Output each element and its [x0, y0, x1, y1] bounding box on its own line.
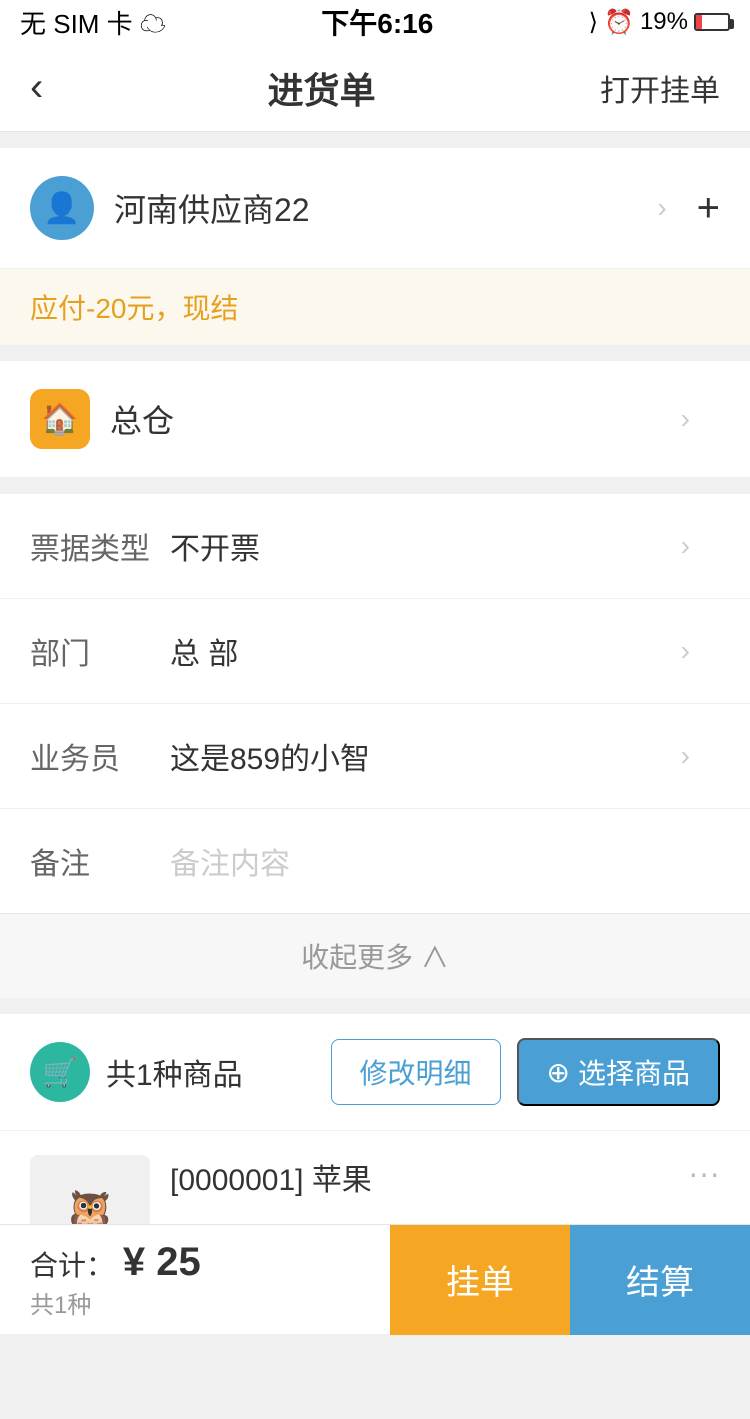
product-more-button[interactable]: ···	[688, 1155, 720, 1192]
staff-row[interactable]: 业务员 这是859的小智 ›	[0, 703, 750, 808]
invoice-row[interactable]: 票据类型 不开票 ›	[0, 493, 750, 598]
total-count: 共1种	[30, 1285, 360, 1320]
product-name: [0000001] 苹果	[170, 1155, 668, 1199]
collapse-button[interactable]: 收起更多 ∧	[0, 913, 750, 998]
avatar-icon: 👤	[43, 191, 80, 226]
checkout-button[interactable]: 结算	[570, 1225, 750, 1335]
warehouse-chevron-icon: ›	[681, 403, 690, 435]
product-count: 共1种商品	[106, 1050, 331, 1094]
staff-chevron-icon: ›	[681, 740, 690, 772]
invoice-value: 不开票	[170, 524, 681, 568]
cart-icon: 🛒	[43, 1056, 78, 1089]
nav-bar: ‹ 进货单 打开挂单	[0, 44, 750, 132]
supplier-row[interactable]: 👤 河南供应商22 › +	[0, 148, 750, 269]
status-bar: 无 SIM 卡 ☁ 下午6:16 ⟩ ⏰ 19%	[0, 0, 750, 44]
remark-label: 备注	[30, 839, 170, 883]
footer: 合计： ¥ 25 共1种 挂单 结算	[0, 1224, 750, 1334]
warehouse-row[interactable]: 🏠 总仓 ›	[0, 361, 750, 477]
dept-label: 部门	[30, 629, 170, 673]
select-product-button[interactable]: ⊕ 选择商品	[517, 1038, 720, 1106]
supplier-section: 👤 河南供应商22 › + 应付-20元，现结	[0, 148, 750, 345]
alarm-icon: ⏰	[604, 8, 634, 37]
open-pending-button[interactable]: 打开挂单	[600, 66, 720, 110]
status-right: ⟩ ⏰ 19%	[589, 8, 730, 37]
hang-order-button[interactable]: 挂单	[390, 1225, 570, 1335]
dept-chevron-icon: ›	[681, 635, 690, 667]
footer-total-row: 合计： ¥ 25	[30, 1240, 360, 1285]
product-header: 🛒 共1种商品 修改明细 ⊕ 选择商品	[0, 1014, 750, 1130]
divider-3	[0, 477, 750, 493]
dept-value: 总 部	[170, 629, 681, 673]
back-button[interactable]: ‹	[30, 65, 43, 110]
divider-1	[0, 132, 750, 148]
status-time: 下午6:16	[321, 2, 433, 42]
warehouse-section: 🏠 总仓 ›	[0, 361, 750, 477]
product-icon: 🛒	[30, 1042, 90, 1102]
supplier-name: 河南供应商22	[114, 185, 657, 231]
staff-label: 业务员	[30, 734, 170, 778]
supplier-info-banner: 应付-20元，现结	[0, 269, 750, 345]
invoice-label: 票据类型	[30, 524, 170, 568]
page-title: 进货单	[268, 62, 376, 114]
warehouse-name: 总仓	[110, 396, 681, 442]
select-product-icon: ⊕	[547, 1056, 570, 1089]
location-icon: ⟩	[589, 8, 598, 37]
sim-label: 无 SIM 卡 ☁	[20, 4, 166, 41]
battery-icon	[694, 13, 730, 31]
total-amount: ¥ 25	[123, 1240, 201, 1284]
battery-label: 19%	[640, 8, 688, 36]
status-left: 无 SIM 卡 ☁	[20, 4, 166, 41]
remark-input[interactable]: 备注内容	[170, 839, 720, 883]
remark-row[interactable]: 备注 备注内容	[0, 808, 750, 913]
footer-total-area: 合计： ¥ 25 共1种	[0, 1240, 390, 1320]
supplier-avatar: 👤	[30, 176, 94, 240]
invoice-chevron-icon: ›	[681, 530, 690, 562]
supplier-chevron-icon: ›	[657, 192, 666, 224]
divider-2	[0, 345, 750, 361]
staff-value: 这是859的小智	[170, 734, 681, 778]
total-label: 合计：	[30, 1250, 114, 1281]
add-supplier-button[interactable]: +	[697, 188, 720, 228]
form-section: 票据类型 不开票 › 部门 总 部 › 业务员 这是859的小智 › 备注 备注…	[0, 493, 750, 913]
edit-detail-button[interactable]: 修改明细	[331, 1039, 501, 1105]
dept-row[interactable]: 部门 总 部 ›	[0, 598, 750, 703]
divider-4	[0, 998, 750, 1014]
warehouse-icon: 🏠	[30, 389, 90, 449]
